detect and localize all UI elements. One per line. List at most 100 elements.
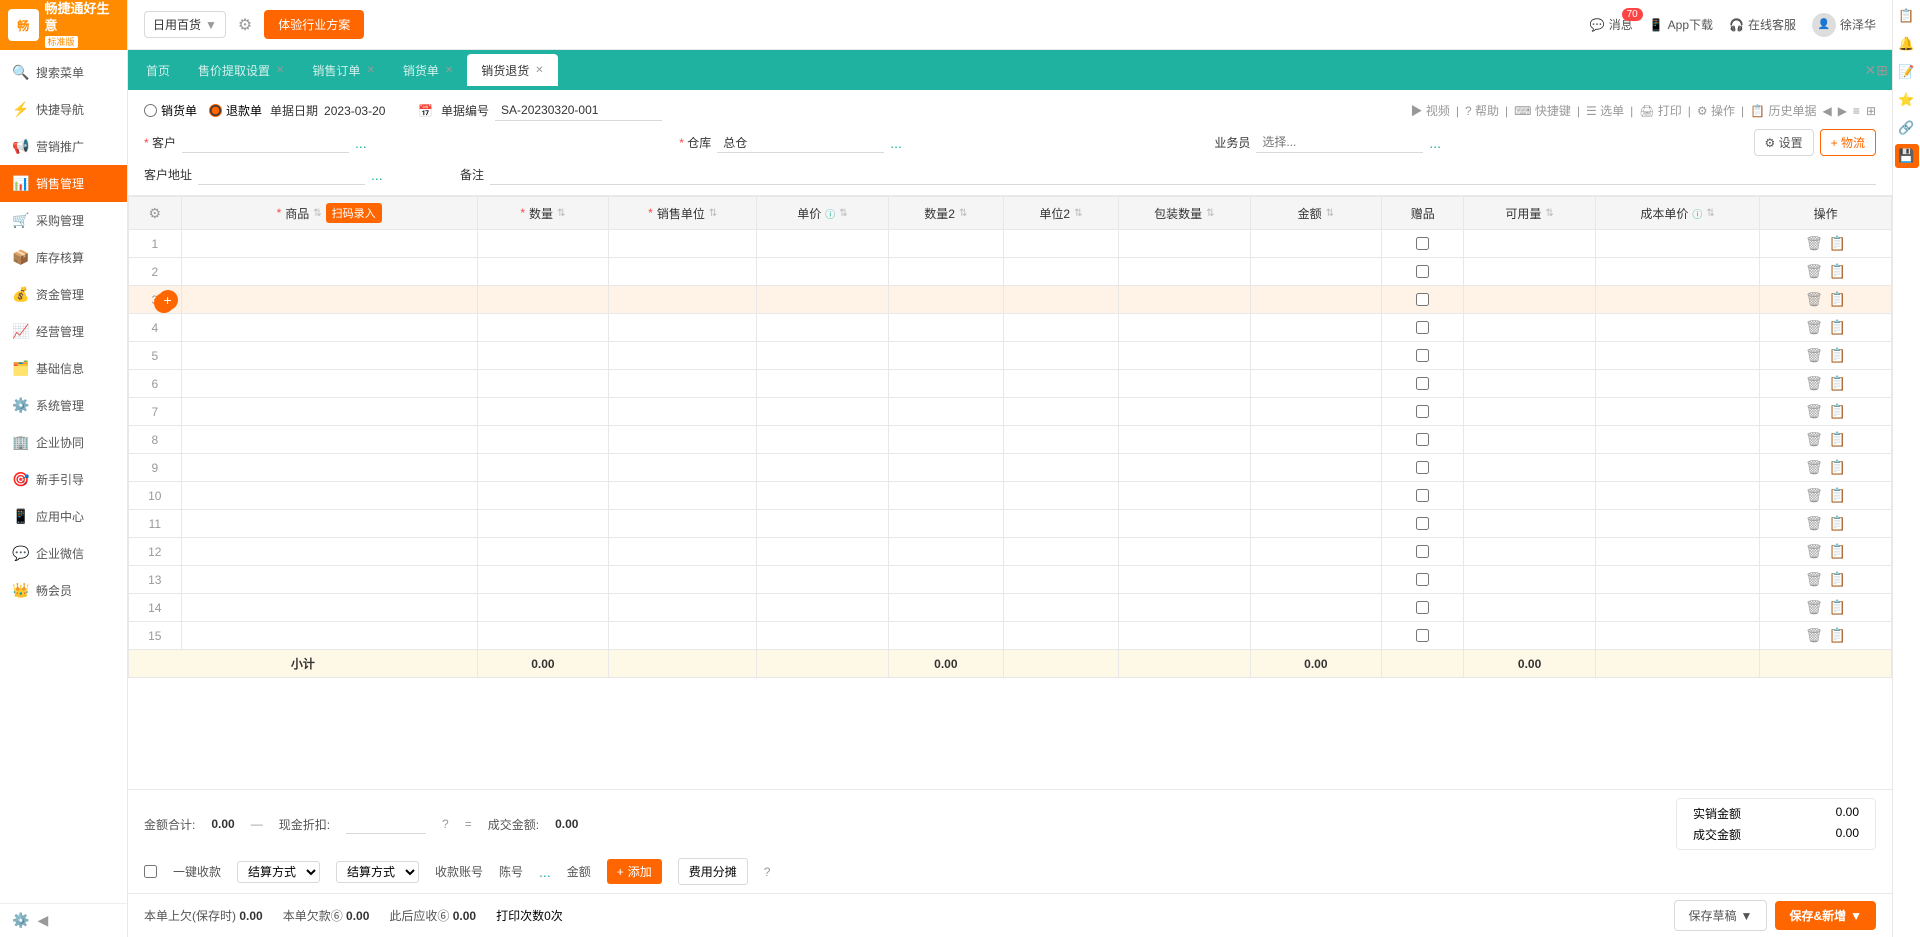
save-new-btn[interactable]: 保存&新增 ▼ xyxy=(1775,901,1876,930)
cell-gift-3[interactable] xyxy=(1382,286,1464,314)
copy-row-btn-13[interactable]: 📋 xyxy=(1829,571,1846,588)
cell-available-15[interactable] xyxy=(1464,622,1596,650)
delete-row-btn-5[interactable]: 🗑 xyxy=(1805,347,1823,364)
delete-row-btn-8[interactable]: 🗑 xyxy=(1805,431,1823,448)
cell-qty2-8[interactable] xyxy=(888,426,1003,454)
cell-amount-7[interactable] xyxy=(1250,398,1382,426)
cell-unit2-10[interactable] xyxy=(1003,482,1118,510)
cell-cost-10[interactable] xyxy=(1595,482,1759,510)
copy-row-btn-2[interactable]: 📋 xyxy=(1829,263,1846,280)
delete-row-btn-14[interactable]: 🗑 xyxy=(1805,599,1823,616)
cell-unit2-1[interactable] xyxy=(1003,230,1118,258)
cell-packqty-7[interactable] xyxy=(1118,398,1250,426)
gift-checkbox-6[interactable] xyxy=(1416,377,1429,390)
copy-row-btn-1[interactable]: 📋 xyxy=(1829,235,1846,252)
cell-gift-14[interactable] xyxy=(1382,594,1464,622)
app-download-btn[interactable]: 📱 App下载 xyxy=(1649,16,1713,33)
cell-cost-13[interactable] xyxy=(1595,566,1759,594)
cell-amount-12[interactable] xyxy=(1250,538,1382,566)
sidebar-item-enterprise[interactable]: 🏢企业协同 xyxy=(0,424,127,461)
radio-return[interactable]: 退款单 xyxy=(209,102,262,119)
cell-product-14[interactable] xyxy=(181,594,477,622)
sidebar-item-shortcut[interactable]: ⚡快捷导航 xyxy=(0,91,127,128)
cell-gift-8[interactable] xyxy=(1382,426,1464,454)
cell-available-6[interactable] xyxy=(1464,370,1596,398)
cell-unit2-9[interactable] xyxy=(1003,454,1118,482)
sidebar-item-wechat[interactable]: 💬企业微信 xyxy=(0,535,127,572)
cell-packqty-5[interactable] xyxy=(1118,342,1250,370)
cell-gift-13[interactable] xyxy=(1382,566,1464,594)
cell-packqty-14[interactable] xyxy=(1118,594,1250,622)
table-gear-btn[interactable]: ⚙ xyxy=(149,205,162,222)
gift-checkbox-14[interactable] xyxy=(1416,601,1429,614)
help-btn[interactable]: ? 帮助 xyxy=(1465,102,1499,119)
packqty-sort-icon[interactable]: ⇅ xyxy=(1206,208,1214,219)
cell-unit2-15[interactable] xyxy=(1003,622,1118,650)
select-btn[interactable]: ☰ 选单 xyxy=(1586,102,1624,119)
cell-available-10[interactable] xyxy=(1464,482,1596,510)
delete-row-btn-10[interactable]: 🗑 xyxy=(1805,487,1823,504)
cell-price-4[interactable] xyxy=(757,314,889,342)
copy-row-btn-10[interactable]: 📋 xyxy=(1829,487,1846,504)
available-sort-icon[interactable]: ⇅ xyxy=(1545,208,1553,219)
cell-unit2-3[interactable] xyxy=(1003,286,1118,314)
cell-unit2-13[interactable] xyxy=(1003,566,1118,594)
cell-packqty-4[interactable] xyxy=(1118,314,1250,342)
cell-available-4[interactable] xyxy=(1464,314,1596,342)
delete-row-btn-3[interactable]: 🗑 xyxy=(1805,291,1823,308)
user-menu[interactable]: 👤 徐泽华 xyxy=(1812,13,1876,37)
delete-row-btn-4[interactable]: 🗑 xyxy=(1805,319,1823,336)
rs-icon-3[interactable]: 📝 xyxy=(1895,60,1919,84)
shortcut-btn[interactable]: ⌨ 快捷键 xyxy=(1514,102,1571,119)
cell-price-13[interactable] xyxy=(757,566,889,594)
cell-cost-14[interactable] xyxy=(1595,594,1759,622)
date-input-area[interactable]: 📅 xyxy=(324,104,433,118)
gift-checkbox-3[interactable] xyxy=(1416,293,1429,306)
cell-gift-15[interactable] xyxy=(1382,622,1464,650)
cell-gift-4[interactable] xyxy=(1382,314,1464,342)
cell-unit2-14[interactable] xyxy=(1003,594,1118,622)
cell-price-6[interactable] xyxy=(757,370,889,398)
tab-close-1[interactable]: ✕ xyxy=(276,65,284,76)
cell-unit-14[interactable] xyxy=(609,594,757,622)
cell-unit-9[interactable] xyxy=(609,454,757,482)
cell-available-3[interactable] xyxy=(1464,286,1596,314)
cell-qty-11[interactable] xyxy=(477,510,609,538)
delete-row-btn-7[interactable]: 🗑 xyxy=(1805,403,1823,420)
cell-qty-12[interactable] xyxy=(477,538,609,566)
tab-close-4[interactable]: ✕ xyxy=(535,65,543,76)
nav-next-btn[interactable]: ▶ xyxy=(1838,104,1847,118)
gift-checkbox-8[interactable] xyxy=(1416,433,1429,446)
cell-unit-13[interactable] xyxy=(609,566,757,594)
cell-packqty-15[interactable] xyxy=(1118,622,1250,650)
cell-qty-8[interactable] xyxy=(477,426,609,454)
settings-icon[interactable]: ⚙️ xyxy=(12,912,29,929)
cell-price-15[interactable] xyxy=(757,622,889,650)
cell-unit-8[interactable] xyxy=(609,426,757,454)
cell-qty2-14[interactable] xyxy=(888,594,1003,622)
note-input[interactable] xyxy=(490,164,1876,185)
cell-available-12[interactable] xyxy=(1464,538,1596,566)
operate-btn[interactable]: ⚙ 操作 xyxy=(1697,102,1735,119)
cell-qty-6[interactable] xyxy=(477,370,609,398)
online-service-btn[interactable]: 🎧 在线客服 xyxy=(1729,16,1796,33)
sidebar-item-sales[interactable]: 📊销售管理 xyxy=(0,165,127,202)
cell-amount-15[interactable] xyxy=(1250,622,1382,650)
cell-available-11[interactable] xyxy=(1464,510,1596,538)
cell-unit-1[interactable] xyxy=(609,230,757,258)
cell-unit-12[interactable] xyxy=(609,538,757,566)
radio-sales[interactable]: 销货单 xyxy=(144,102,197,119)
warehouse-input[interactable] xyxy=(717,132,884,153)
cell-available-13[interactable] xyxy=(1464,566,1596,594)
warehouse-select-btn[interactable]: ... xyxy=(890,135,902,151)
tab-1[interactable]: 售价提取设置✕ xyxy=(184,54,298,86)
cell-product-10[interactable] xyxy=(181,482,477,510)
sidebar-item-member[interactable]: 👑畅会员 xyxy=(0,572,127,609)
price-sort-icon[interactable]: ⇅ xyxy=(839,208,847,219)
cell-product-3[interactable]: ++ xyxy=(181,286,477,314)
cell-packqty-1[interactable] xyxy=(1118,230,1250,258)
cell-amount-2[interactable] xyxy=(1250,258,1382,286)
cell-gift-9[interactable] xyxy=(1382,454,1464,482)
cell-available-8[interactable] xyxy=(1464,426,1596,454)
cell-price-11[interactable] xyxy=(757,510,889,538)
